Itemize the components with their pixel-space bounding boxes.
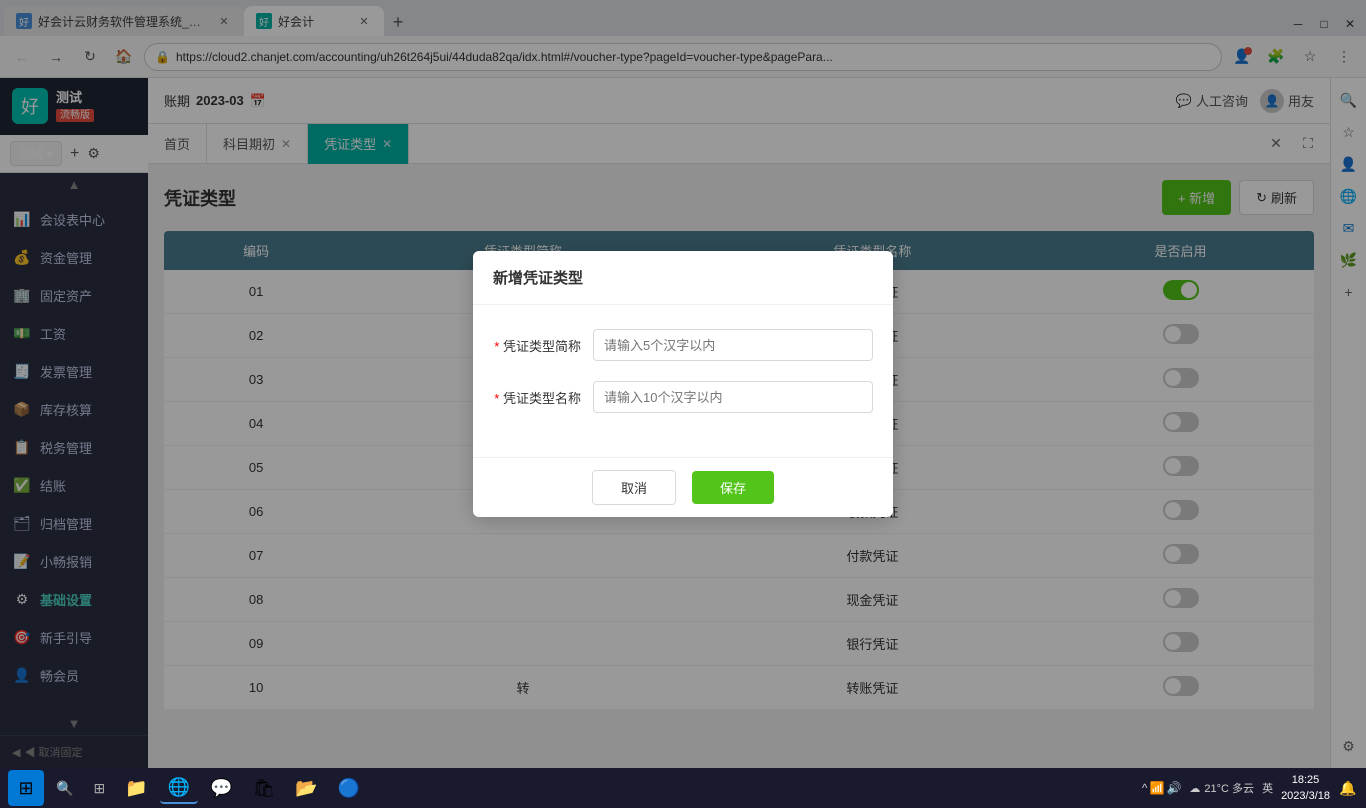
tray-volume[interactable]: 🔊 bbox=[1166, 781, 1181, 795]
taskbar-edge[interactable]: 🔵 bbox=[330, 772, 368, 804]
cancel-button[interactable]: 取消 bbox=[592, 470, 676, 505]
name-input[interactable] bbox=[593, 381, 873, 413]
taskbar-search-icon: 🔍 bbox=[56, 780, 73, 797]
short-label: * 凭证类型简称 bbox=[493, 336, 593, 355]
tray-icons: ^ 📶 🔊 bbox=[1142, 781, 1182, 795]
short-input[interactable] bbox=[593, 329, 873, 361]
modal-dialog: 新增凭证类型 * 凭证类型简称 * 凭证类型名称 取消 保存 bbox=[473, 251, 893, 517]
taskbar-chrome[interactable]: 🌐 bbox=[160, 772, 198, 804]
modal-title: 新增凭证类型 bbox=[493, 267, 583, 288]
clock-area[interactable]: 18:25 2023/3/18 bbox=[1281, 772, 1330, 805]
start-button[interactable]: ⊞ bbox=[8, 770, 44, 806]
modal-header: 新增凭证类型 bbox=[473, 251, 893, 305]
taskbar-search[interactable]: 🔍 bbox=[48, 772, 81, 804]
name-label: * 凭证类型名称 bbox=[493, 388, 593, 407]
modal-body: * 凭证类型简称 * 凭证类型名称 bbox=[473, 305, 893, 457]
tray-network[interactable]: 📶 bbox=[1150, 781, 1165, 795]
wechat-icon: 💬 bbox=[210, 778, 232, 799]
form-row-short: * 凭证类型简称 bbox=[493, 329, 873, 361]
taskbar-files[interactable]: 📂 bbox=[287, 772, 325, 804]
weather-info: ☁ 21°C 多云 bbox=[1189, 780, 1254, 796]
tray-area: ^ 📶 🔊 ☁ 21°C 多云 英 18:25 2023/3/18 🔔 bbox=[1142, 772, 1358, 805]
chrome-icon: 🌐 bbox=[168, 777, 190, 798]
modal-footer: 取消 保存 bbox=[473, 457, 893, 517]
taskbar-taskview[interactable]: ⊞ bbox=[85, 772, 113, 804]
explorer-icon: 📁 bbox=[125, 778, 147, 799]
notifications-btn[interactable]: 🔔 bbox=[1338, 778, 1358, 798]
tray-chevron[interactable]: ^ bbox=[1142, 781, 1148, 795]
taskview-icon: ⊞ bbox=[93, 780, 105, 797]
taskbar-wechat[interactable]: 💬 bbox=[202, 772, 240, 804]
modal-overlay[interactable]: 新增凭证类型 * 凭证类型简称 * 凭证类型名称 取消 保存 bbox=[0, 0, 1366, 768]
store-icon: 🛍 bbox=[252, 778, 275, 799]
taskbar: ⊞ 🔍 ⊞ 📁 🌐 💬 🛍 📂 🔵 ^ 📶 🔊 ☁ 21°C 多云 英 18:2 bbox=[0, 768, 1366, 808]
files-icon: 📂 bbox=[295, 778, 317, 799]
save-button[interactable]: 保存 bbox=[692, 471, 774, 504]
weather-icon: ☁ bbox=[1189, 782, 1200, 795]
taskbar-explorer[interactable]: 📁 bbox=[117, 772, 155, 804]
tray-lang[interactable]: 英 bbox=[1262, 780, 1273, 796]
form-row-name: * 凭证类型名称 bbox=[493, 381, 873, 413]
edge-icon: 🔵 bbox=[338, 778, 360, 799]
taskbar-store[interactable]: 🛍 bbox=[244, 772, 283, 804]
